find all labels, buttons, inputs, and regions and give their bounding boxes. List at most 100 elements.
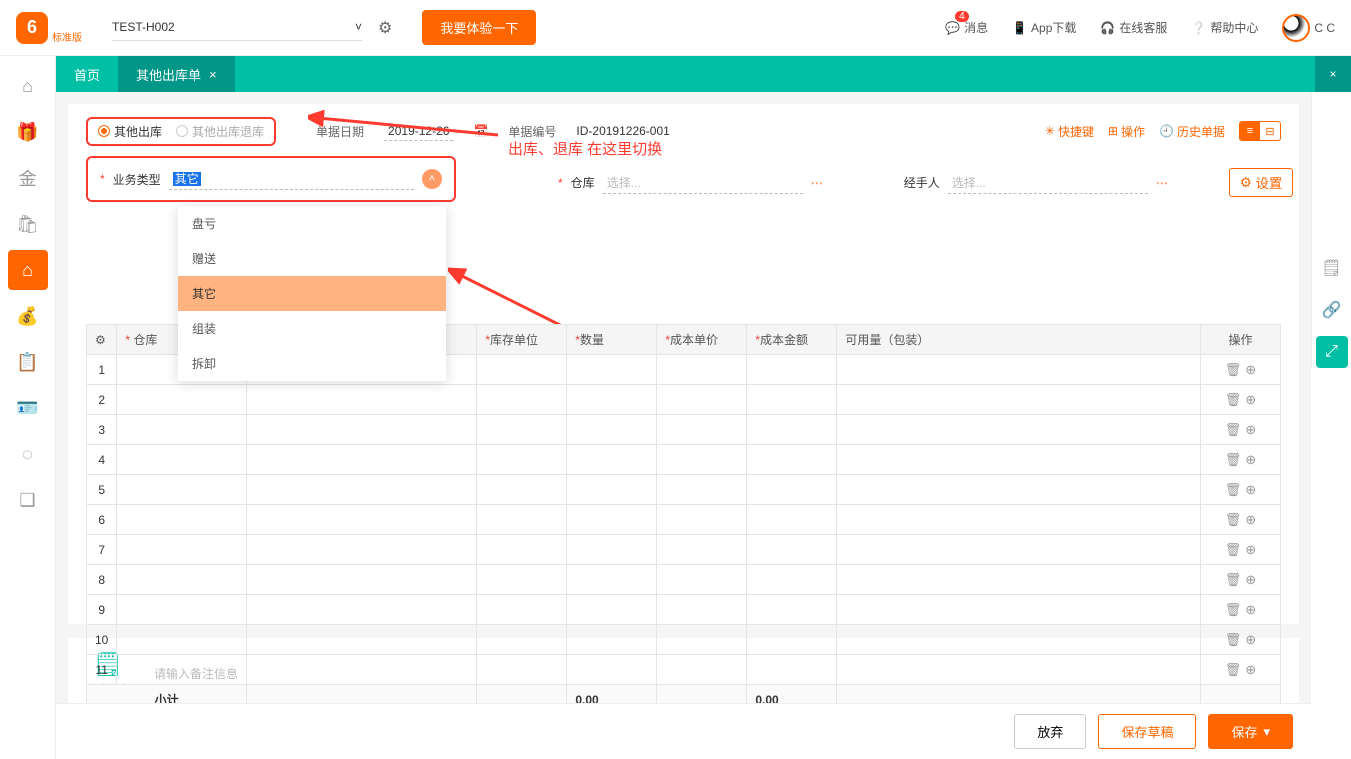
sidebar-house-icon[interactable]: ⾦	[8, 158, 48, 198]
delete-icon[interactable]: 🗑	[1225, 662, 1242, 677]
chevron-up-icon[interactable]: ˄	[422, 169, 442, 189]
delete-icon[interactable]: 🗑	[1225, 392, 1242, 407]
dropdown-item-qita[interactable]: 其它	[178, 276, 446, 311]
calendar-icon[interactable]: 📅	[473, 124, 488, 138]
biz-type-input[interactable]: 其它	[169, 168, 414, 190]
copy-icon[interactable]: ⊕	[1245, 452, 1256, 467]
operations-label: 操作	[1121, 123, 1145, 140]
messages-link[interactable]: 💬 消息 4	[945, 19, 988, 36]
table-row[interactable]: 4🗑⊕	[87, 445, 1281, 475]
table-row[interactable]: 8🗑⊕	[87, 565, 1281, 595]
dropdown-item-chaixie[interactable]: 拆卸	[178, 346, 446, 381]
outbound-type-radio-group: 其他出库 其他出库退库	[86, 117, 276, 146]
table-row[interactable]: 6🗑⊕	[87, 505, 1281, 535]
org-selector[interactable]: TEST-H002 ˅	[112, 14, 362, 41]
user-menu[interactable]: C C	[1282, 14, 1335, 42]
copy-icon[interactable]: ⊕	[1245, 512, 1256, 527]
top-right: 💬 消息 4 📱 App下载 🎧 在线客服 ❔ 帮助中心 C C	[945, 14, 1335, 42]
app-download-link[interactable]: 📱 App下载	[1012, 19, 1076, 36]
tab-close-all[interactable]: ×	[1315, 56, 1351, 92]
online-service-link[interactable]: 🎧 在线客服	[1100, 19, 1167, 36]
settings-label: 设置	[1256, 173, 1283, 192]
sidebar-warehouse-icon[interactable]: ⌂	[8, 250, 48, 290]
delete-icon[interactable]: 🗑	[1225, 452, 1242, 467]
copy-icon[interactable]: ⊕	[1245, 392, 1256, 407]
table-row[interactable]: 9🗑⊕	[87, 595, 1281, 625]
delete-icon[interactable]: 🗑	[1225, 542, 1242, 557]
rail-link-icon[interactable]: 🔗	[1316, 294, 1348, 326]
sidebar-sync-icon[interactable]: ◌	[8, 434, 48, 474]
delete-icon[interactable]: 🗑	[1225, 512, 1242, 527]
dropdown-item-pankui[interactable]: 盘亏	[178, 206, 446, 241]
radio-outbound[interactable]: 其他出库	[98, 123, 162, 140]
settings-button[interactable]: ⚙ 设置	[1229, 168, 1294, 197]
table-row[interactable]: 2🗑⊕	[87, 385, 1281, 415]
tab-home[interactable]: 首页	[56, 56, 118, 92]
shortcut-link[interactable]: ✳快捷键	[1045, 123, 1094, 140]
close-icon[interactable]: ×	[209, 67, 217, 82]
copy-icon[interactable]: ⊕	[1245, 572, 1256, 587]
sidebar-contact-icon[interactable]: 🪪	[8, 388, 48, 428]
delete-icon[interactable]: 🗑	[1225, 482, 1242, 497]
required-mark: *	[100, 172, 105, 186]
history-link[interactable]: 🕘历史单据	[1159, 123, 1225, 140]
sidebar-new-icon[interactable]: ❑	[8, 480, 48, 520]
more-icon[interactable]: ⋯	[811, 176, 824, 190]
operations-link[interactable]: ⊞操作	[1108, 123, 1145, 140]
view-toggle: ≡ ⊟	[1239, 121, 1281, 141]
copy-icon[interactable]: ⊕	[1245, 362, 1256, 377]
radio-return-label: 其他出库退库	[192, 123, 264, 140]
gear-icon[interactable]: ⚙	[378, 18, 392, 38]
sun-icon: ✳	[1045, 124, 1055, 138]
message-icon: 💬	[945, 21, 960, 35]
dropdown-item-zengsong[interactable]: 赠送	[178, 241, 446, 276]
sidebar-home-icon[interactable]: ⌂	[8, 66, 48, 106]
sidebar-bag-icon[interactable]: 🛍	[8, 204, 48, 244]
sidebar-gift-icon[interactable]: 🎁	[8, 112, 48, 152]
radio-return[interactable]: 其他出库退库	[176, 123, 264, 140]
delete-icon[interactable]: 🗑	[1225, 362, 1242, 377]
table-row[interactable]: 10🗑⊕	[87, 625, 1281, 655]
footer: 放弃 保存草稿 保存 ▾	[56, 703, 1311, 759]
bill-date-field[interactable]: 2019-12-26	[384, 122, 453, 141]
copy-icon[interactable]: ⊕	[1245, 482, 1256, 497]
copy-icon[interactable]: ⊕	[1245, 632, 1256, 647]
left-sidebar: ⌂ 🎁 ⾦ 🛍 ⌂ 💰 📋 🪪 ◌ ❑	[0, 56, 56, 759]
view-card[interactable]: ⊟	[1260, 122, 1280, 140]
delete-icon[interactable]: 🗑	[1225, 602, 1242, 617]
dropdown-item-zuzhuang[interactable]: 组装	[178, 311, 446, 346]
rail-note-icon[interactable]: 🗒	[1316, 252, 1348, 284]
warehouse-select[interactable]: 选择...	[603, 172, 803, 194]
control-row-2: * 仓库 选择... ⋯ 经手人 选择... ⋯ ⚙ 设置	[558, 168, 1293, 197]
table-row[interactable]: 5🗑⊕	[87, 475, 1281, 505]
copy-icon[interactable]: ⊕	[1245, 662, 1256, 677]
trial-button[interactable]: 我要体验一下	[422, 10, 536, 45]
col-qty: *数量	[567, 325, 657, 355]
discard-button[interactable]: 放弃	[1014, 714, 1086, 749]
user-name: C C	[1314, 21, 1335, 35]
delete-icon[interactable]: 🗑	[1225, 632, 1242, 647]
table-row[interactable]: 7🗑⊕	[87, 535, 1281, 565]
more-icon[interactable]: ⋯	[1156, 176, 1169, 190]
view-list[interactable]: ≡	[1240, 122, 1260, 140]
copy-icon[interactable]: ⊕	[1245, 602, 1256, 617]
data-grid: ⚙ * 仓库 号 *库存单位 *数量 *成本单价 *成本金额 可用量（包装） 操…	[86, 324, 1281, 715]
save-button[interactable]: 保存 ▾	[1208, 714, 1293, 749]
business-type-area: * 业务类型 其它 ˄ 盘亏 赠送 其它 组装 拆卸	[86, 156, 456, 202]
delete-icon[interactable]: 🗑	[1225, 422, 1242, 437]
form-panel: 其他出库 其他出库退库 单据日期 2019-12-26 📅 单据编号 ID-20…	[68, 104, 1299, 624]
tab-active[interactable]: 其他出库单 ×	[118, 56, 235, 92]
delete-icon[interactable]: 🗑	[1225, 572, 1242, 587]
save-draft-button[interactable]: 保存草稿	[1098, 714, 1196, 749]
sidebar-clipboard-icon[interactable]: 📋	[8, 342, 48, 382]
logo: 6	[16, 12, 48, 44]
col-gear[interactable]: ⚙	[87, 325, 117, 355]
sidebar-money-icon[interactable]: 💰	[8, 296, 48, 336]
handler-select[interactable]: 选择...	[948, 172, 1148, 194]
rail-expand-icon[interactable]: ⤢	[1316, 336, 1348, 368]
copy-icon[interactable]: ⊕	[1245, 542, 1256, 557]
help-center-link[interactable]: ❔ 帮助中心	[1191, 19, 1258, 36]
table-row[interactable]: 3🗑⊕	[87, 415, 1281, 445]
table-row[interactable]: 11🗑⊕	[87, 655, 1281, 685]
copy-icon[interactable]: ⊕	[1245, 422, 1256, 437]
